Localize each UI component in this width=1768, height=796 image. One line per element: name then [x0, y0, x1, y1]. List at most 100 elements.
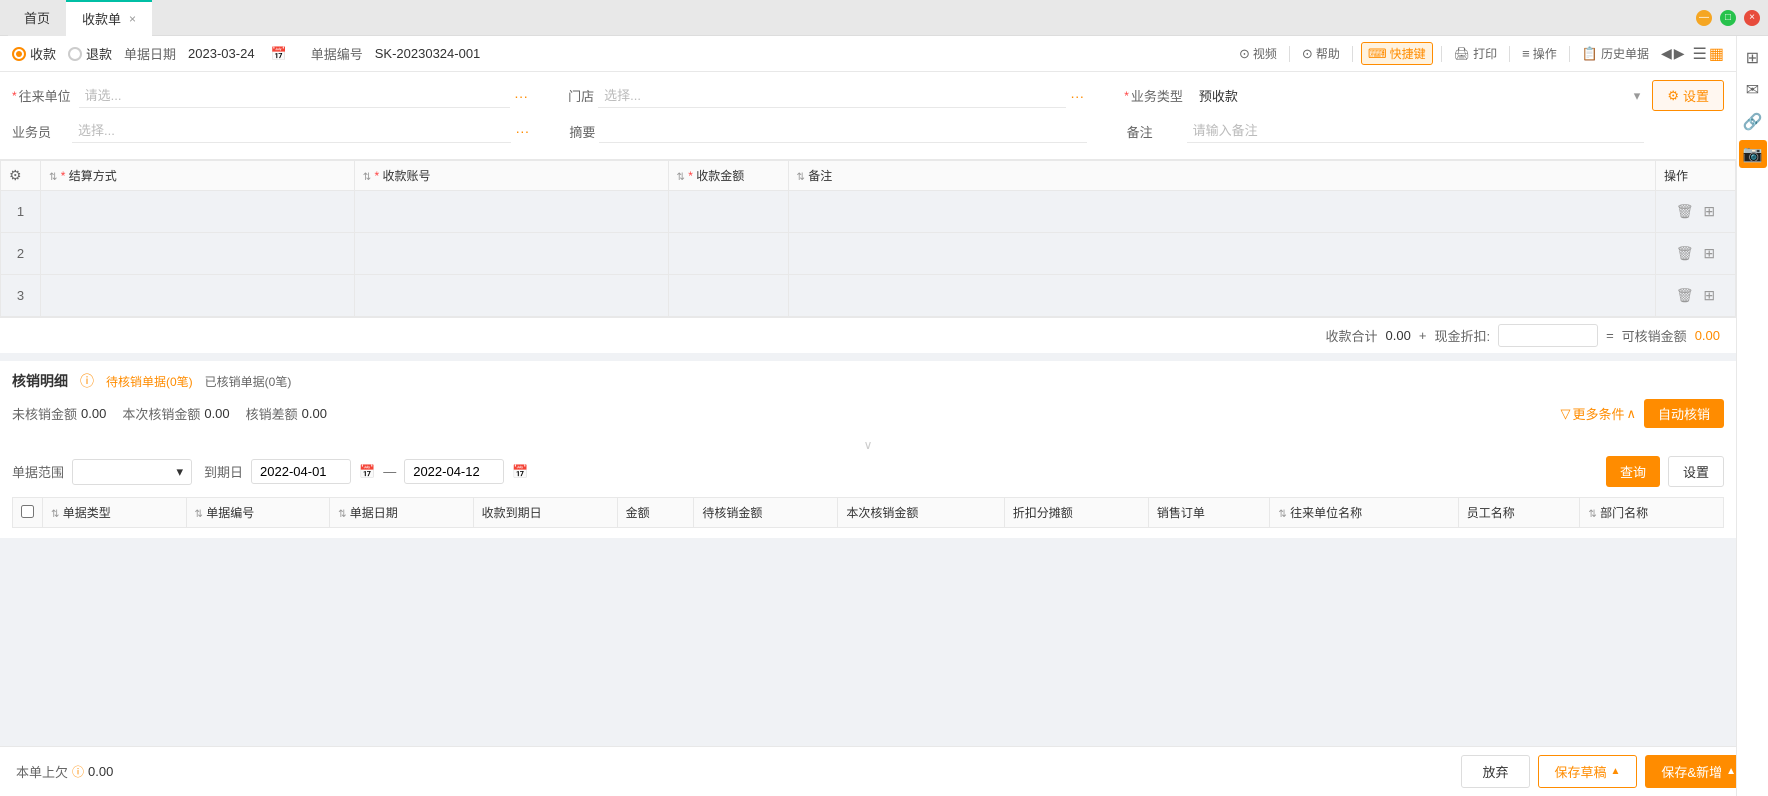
discount-input[interactable] [1498, 324, 1598, 347]
tab-home[interactable]: 首页 [8, 0, 66, 36]
row2-account[interactable] [354, 233, 668, 275]
row2-remark[interactable] [788, 233, 1656, 275]
row2-delete-icon[interactable]: 🗑 [1676, 245, 1694, 261]
doc-label: 单据编号 [311, 44, 363, 63]
view-grid-icon[interactable]: ▦ [1709, 44, 1724, 64]
date-to-cal-icon[interactable]: 📅 [512, 464, 528, 480]
history-btn[interactable]: 📋 历史单据 [1578, 43, 1653, 64]
auto-verify-btn[interactable]: 自动核销 [1644, 399, 1724, 428]
date-to-input[interactable] [404, 459, 504, 484]
tab-bar: 首页 收款单 × — □ × [0, 0, 1768, 36]
row2-copy-icon[interactable]: ⊞ [1703, 245, 1715, 261]
tab-receipt[interactable]: 收款单 × [66, 0, 152, 36]
verify-info-icon[interactable]: ⓘ [80, 371, 94, 391]
right-panel: ⊞ ✉ 🔗 📷 [1736, 36, 1768, 796]
save-draft-btn[interactable]: 保存草稿 ▲ [1538, 755, 1638, 788]
nav-right[interactable]: ▶ [1674, 45, 1685, 62]
select-chevron-icon: ▾ [176, 464, 183, 480]
date-from-input[interactable] [251, 459, 351, 484]
staff-more-btn[interactable]: ··· [515, 123, 529, 139]
date-from-cal-icon[interactable]: 📅 [359, 464, 375, 480]
select-all-checkbox[interactable] [21, 505, 34, 518]
row3-settle[interactable] [41, 275, 355, 317]
radio-receipt[interactable]: 收款 [12, 44, 56, 63]
doc-range-select[interactable]: ▾ [72, 459, 192, 485]
pending-tab[interactable]: 待核销单据(0笔) [106, 373, 193, 390]
nav-left[interactable]: ◀ [1661, 45, 1672, 62]
side-mail-icon[interactable]: ✉ [1739, 76, 1767, 104]
col-receipt-amount: ⇅ * 收款金额 [668, 161, 788, 191]
staff-field: 业务员 ··· [12, 119, 529, 143]
close-tab-icon[interactable]: × [129, 12, 136, 26]
remark-label: 备注 [1127, 122, 1187, 141]
row1-delete-icon[interactable]: 🗑 [1676, 203, 1694, 219]
row3-remark[interactable] [788, 275, 1656, 317]
side-camera-icon[interactable]: 📷 [1739, 140, 1767, 168]
doc-range-group: 单据范围 ▾ [12, 459, 192, 485]
store-input[interactable] [598, 84, 1066, 108]
biztype-dropdown-icon[interactable]: ▾ [1634, 88, 1641, 104]
radio-dot-receipt [12, 47, 26, 61]
summary-field: 摘要 [569, 119, 1086, 143]
video-btn[interactable]: ⊙ 视频 [1235, 43, 1281, 64]
table-row: 3 🗑 ⊞ [1, 275, 1736, 317]
window-close[interactable]: × [1744, 10, 1760, 26]
footer: 本单上欠 ⓘ 0.00 放弃 保存草稿 ▲ 保存&新增 ▲ [0, 746, 1768, 796]
row3-copy-icon[interactable]: ⊞ [1703, 287, 1715, 303]
row3-delete-icon[interactable]: 🗑 [1676, 287, 1694, 303]
form-row-2: 业务员 ··· 摘要 备注 [12, 119, 1724, 143]
row1-remark[interactable] [788, 191, 1656, 233]
store-more-btn[interactable]: ··· [1070, 88, 1084, 104]
row3-amount[interactable] [668, 275, 788, 317]
row2-settle[interactable] [41, 233, 355, 275]
side-link-icon[interactable]: 🔗 [1739, 108, 1767, 136]
window-minimize[interactable]: — [1696, 10, 1712, 26]
side-table-icon[interactable]: ⊞ [1739, 44, 1767, 72]
filter-settings-btn[interactable]: 设置 [1668, 456, 1724, 487]
nav-arrows: ◀ ▶ [1661, 45, 1685, 62]
summary-input[interactable] [599, 119, 1086, 143]
settings-btn[interactable]: ⚙ 设置 [1652, 80, 1724, 111]
shortcut-btn[interactable]: ⌨ 快捷键 [1361, 42, 1433, 65]
filter-actions: 查询 设置 [1606, 456, 1724, 487]
more-filter-btn[interactable]: ▽ 更多条件 ∧ [1560, 404, 1636, 423]
abandon-btn[interactable]: 放弃 [1461, 755, 1529, 788]
date-calendar-icon[interactable]: 📅 [271, 46, 287, 62]
help-icon: ⊙ [1302, 46, 1313, 62]
remark-field: 备注 [1127, 119, 1644, 143]
table-row: 1 🗑 ⊞ [1, 191, 1736, 233]
table-settings-icon[interactable]: ⚙ [9, 167, 22, 183]
window-maximize[interactable]: □ [1720, 10, 1736, 26]
req-star-biztype: * [1124, 89, 1129, 103]
ops-btn[interactable]: ≡ 操作 [1518, 43, 1561, 64]
print-btn[interactable]: 🖨 打印 [1450, 43, 1502, 64]
staff-input[interactable] [72, 119, 511, 143]
verify-filters: 单据范围 ▾ 到期日 📅 — 📅 查询 设置 [12, 456, 1724, 487]
row2-amount[interactable] [668, 233, 788, 275]
table-area: ⚙ ⇅ * 结算方式 ⇅ * 收款账号 ⇅ [0, 160, 1736, 317]
counterparty-more-btn[interactable]: ··· [514, 88, 528, 104]
row3-account[interactable] [354, 275, 668, 317]
save-draft-arrow: ▲ [1611, 766, 1621, 777]
date-range-group: 到期日 📅 — 📅 [204, 459, 528, 484]
query-btn[interactable]: 查询 [1606, 456, 1660, 487]
due-date-label: 到期日 [204, 462, 243, 481]
col-checkbox [13, 498, 43, 528]
row1-amount[interactable] [668, 191, 788, 233]
row1-settle[interactable] [41, 191, 355, 233]
done-tab[interactable]: 已核销单据(0笔) [205, 373, 292, 390]
row1-account[interactable] [354, 191, 668, 233]
verify-section: 核销明细 ⓘ 待核销单据(0笔) 已核销单据(0笔) 未核销金额 0.00 本次… [0, 361, 1736, 538]
counterparty-input[interactable] [79, 84, 510, 108]
remark-input[interactable] [1187, 119, 1644, 143]
view-list-icon[interactable]: ☰ [1693, 44, 1707, 64]
row1-copy-icon[interactable]: ⊞ [1703, 203, 1715, 219]
bill-info-icon[interactable]: ⓘ [72, 763, 84, 780]
col-ops: 操作 [1656, 161, 1736, 191]
date-value: 2023-03-24 [188, 46, 255, 61]
biztype-value: 预收款 [1199, 86, 1238, 105]
help-btn[interactable]: ⊙ 帮助 [1298, 43, 1344, 64]
req-star-counterparty: * [12, 89, 17, 103]
radio-refund[interactable]: 退款 [68, 44, 112, 63]
col-due-date: 收款到期日 [473, 498, 617, 528]
